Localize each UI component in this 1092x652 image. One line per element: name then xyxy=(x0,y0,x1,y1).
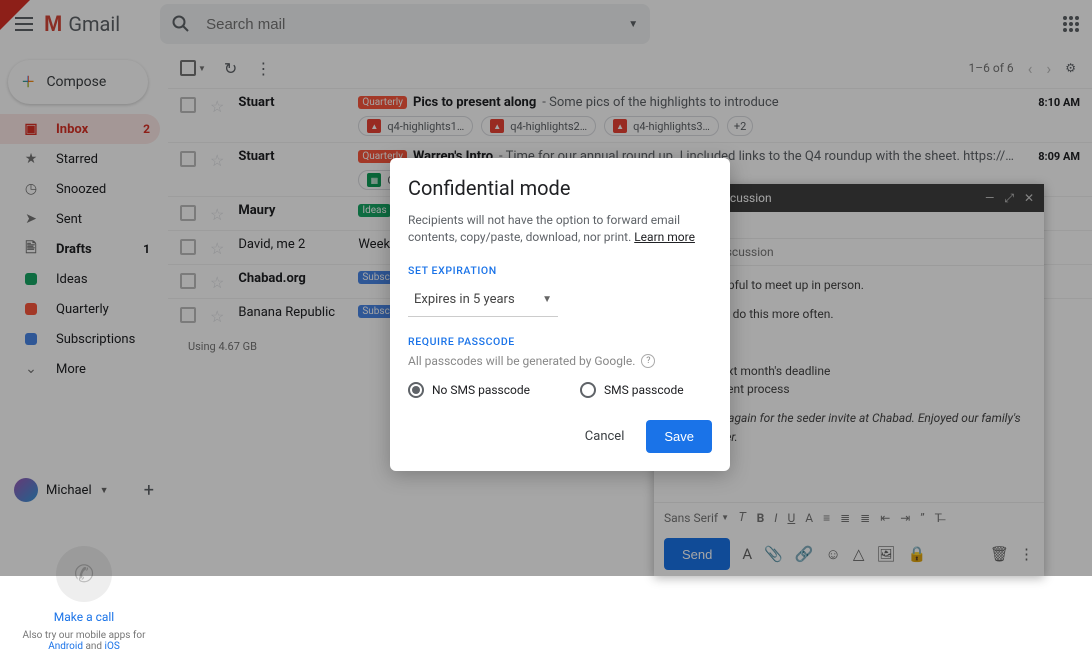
expiration-select[interactable]: Expires in 5 years ▼ xyxy=(408,283,558,317)
expiration-value: Expires in 5 years xyxy=(414,292,515,307)
radio-sms[interactable]: SMS passcode xyxy=(580,382,684,398)
passcode-label: REQUIRE PASSCODE xyxy=(408,335,712,348)
radio-icon xyxy=(580,382,596,398)
chevron-down-icon: ▼ xyxy=(542,294,552,305)
radio-icon xyxy=(408,382,424,398)
cancel-button[interactable]: Cancel xyxy=(575,421,635,452)
ios-link[interactable]: iOS xyxy=(105,641,120,652)
learn-more-link[interactable]: Learn more xyxy=(634,230,695,244)
passcode-note: All passcodes will be generated by Googl… xyxy=(408,354,712,368)
dialog-description: Recipients will not have the option to f… xyxy=(408,212,712,246)
radio-no-sms[interactable]: No SMS passcode xyxy=(408,382,530,398)
mobile-apps-text: Also try our mobile apps for Android and… xyxy=(0,630,168,652)
radio-label: SMS passcode xyxy=(604,383,684,397)
save-button[interactable]: Save xyxy=(646,420,712,453)
radio-label: No SMS passcode xyxy=(432,383,530,397)
help-icon[interactable]: ? xyxy=(641,354,655,368)
confidential-mode-dialog: Confidential mode Recipients will not ha… xyxy=(390,158,730,471)
dialog-title: Confidential mode xyxy=(408,176,712,200)
expiration-label: SET EXPIRATION xyxy=(408,264,712,277)
make-call-link[interactable]: Make a call xyxy=(0,610,168,624)
android-link[interactable]: Android xyxy=(48,641,83,652)
